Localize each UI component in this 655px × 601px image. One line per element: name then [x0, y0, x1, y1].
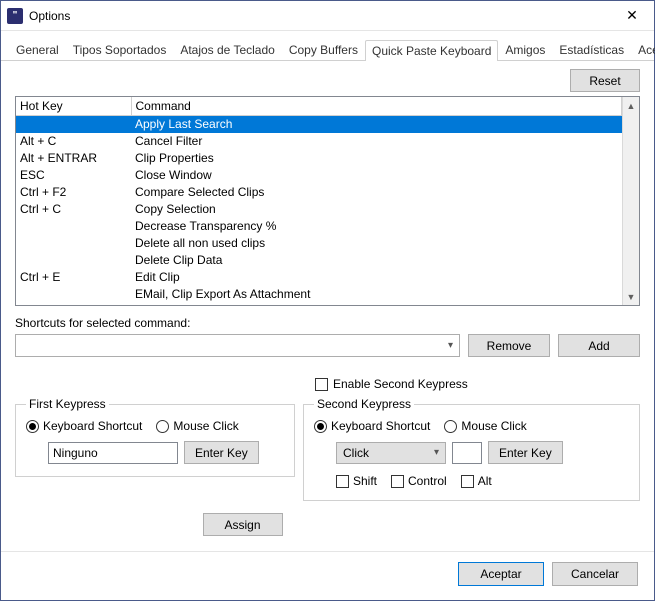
table-scrollbar[interactable]: ▲ ▼ [622, 97, 639, 305]
tab-copy-buffers[interactable]: Copy Buffers [282, 39, 365, 60]
shortcut-table: Hot Key Command Apply Last SearchAlt + C… [15, 96, 640, 306]
options-window: " Options ✕ GeneralTipos SoportadosAtajo… [0, 0, 655, 601]
tab-tipos-soportados[interactable]: Tipos Soportados [66, 39, 174, 60]
second-enterkey-button[interactable]: Enter Key [488, 441, 563, 464]
tab-quick-paste-keyboard[interactable]: Quick Paste Keyboard [365, 40, 498, 61]
tab-atajos-de-teclado[interactable]: Atajos de Teclado [173, 39, 282, 60]
shortcuts-dropdown[interactable]: ▾ [15, 334, 460, 357]
second-mouse-radio-label[interactable]: Mouse Click [444, 419, 526, 433]
col-hotkey[interactable]: Hot Key [16, 97, 131, 116]
tab-strip: GeneralTipos SoportadosAtajos de Teclado… [1, 37, 654, 61]
tab-amigos[interactable]: Amigos [498, 39, 552, 60]
first-keypress-group: First Keypress Keyboard Shortcut Mouse C… [15, 397, 295, 477]
col-command[interactable]: Command [131, 97, 622, 116]
table-row[interactable]: EMail, Clip Export As Attachment [16, 286, 622, 303]
table-row[interactable]: Ctrl + CCopy Selection [16, 201, 622, 218]
shift-checkbox[interactable] [336, 475, 349, 488]
second-kb-radio-label[interactable]: Keyboard Shortcut [314, 419, 430, 433]
table-row[interactable]: Ctrl + F2Compare Selected Clips [16, 184, 622, 201]
control-checkbox[interactable] [391, 475, 404, 488]
scroll-up-icon[interactable]: ▲ [623, 97, 639, 114]
add-button[interactable]: Add [558, 334, 640, 357]
table-row[interactable]: Apply Last Search [16, 116, 622, 133]
dialog-footer: Aceptar Cancelar [1, 551, 654, 600]
cancel-button[interactable]: Cancelar [552, 562, 638, 586]
ok-button[interactable]: Aceptar [458, 562, 544, 586]
table-row[interactable]: Alt + CCancel Filter [16, 133, 622, 150]
window-title: Options [29, 9, 610, 23]
second-mouse-radio[interactable] [444, 420, 457, 433]
first-kb-radio-label[interactable]: Keyboard Shortcut [26, 419, 142, 433]
alt-checkbox[interactable] [461, 475, 474, 488]
second-keypress-group: Second Keypress Keyboard Shortcut Mouse … [303, 397, 640, 501]
titlebar: " Options ✕ [1, 1, 654, 31]
tab-general[interactable]: General [9, 39, 66, 60]
remove-button[interactable]: Remove [468, 334, 550, 357]
reset-button[interactable]: Reset [570, 69, 640, 92]
table-row[interactable]: Delete all non used clips [16, 235, 622, 252]
tab-acerca-de[interactable]: Acerca de [631, 39, 655, 60]
second-kb-radio[interactable] [314, 420, 327, 433]
tab-estadísticas[interactable]: Estadísticas [552, 39, 631, 60]
first-mouse-radio-label[interactable]: Mouse Click [156, 419, 238, 433]
scroll-down-icon[interactable]: ▼ [623, 288, 639, 305]
assign-button[interactable]: Assign [203, 513, 283, 536]
first-enterkey-button[interactable]: Enter Key [184, 441, 259, 464]
app-icon: " [7, 8, 23, 24]
table-row[interactable]: ESCClose Window [16, 167, 622, 184]
enable-second-checkbox[interactable] [315, 378, 328, 391]
table-row[interactable]: Decrease Transparency % [16, 218, 622, 235]
first-mouse-radio[interactable] [156, 420, 169, 433]
second-extra-input[interactable] [452, 442, 482, 464]
chevron-down-icon: ▾ [434, 447, 439, 458]
second-click-combo[interactable]: Click ▾ [336, 442, 446, 464]
first-keypress-legend: First Keypress [26, 397, 109, 411]
table-row[interactable]: Alt + ENTRARClip Properties [16, 150, 622, 167]
first-key-input[interactable] [48, 442, 178, 464]
enable-second-label: Enable Second Keypress [333, 377, 468, 391]
first-kb-radio[interactable] [26, 420, 39, 433]
table-row[interactable]: Delete Clip Data [16, 252, 622, 269]
shortcuts-label: Shortcuts for selected command: [15, 316, 640, 330]
chevron-down-icon: ▾ [448, 340, 453, 351]
table-row[interactable]: Ctrl + EEdit Clip [16, 269, 622, 286]
second-keypress-legend: Second Keypress [314, 397, 414, 411]
close-button[interactable]: ✕ [610, 1, 654, 31]
content-area: Reset ↖ Hot Key Command Apply Last Searc… [1, 61, 654, 551]
